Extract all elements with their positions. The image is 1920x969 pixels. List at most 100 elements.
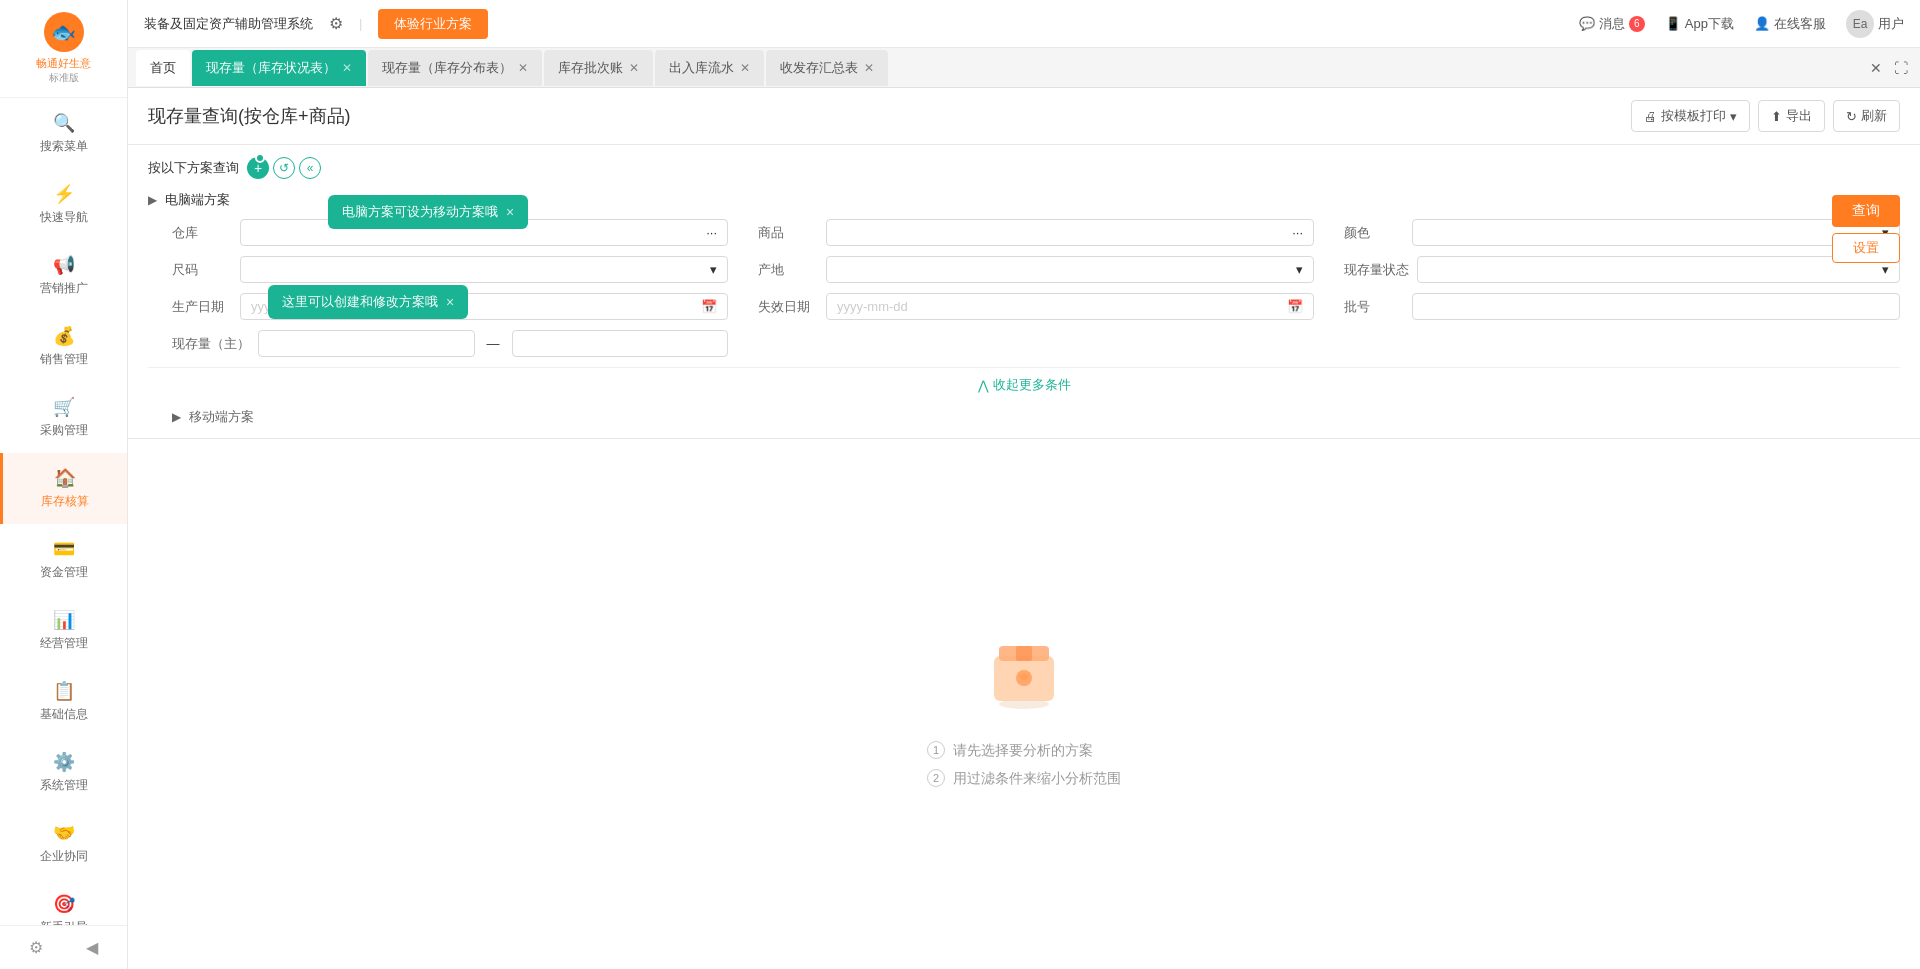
print-template-label: 按模板打印 — [1661, 107, 1726, 125]
tip-text-1: 请先选择要分析的方案 — [953, 736, 1093, 764]
popover1-close[interactable]: × — [506, 204, 514, 220]
goods-label: 商品 — [758, 224, 818, 242]
mobile-scheme-row: ▶ 移动端方案 — [172, 408, 1900, 426]
trial-button[interactable]: 体验行业方案 — [378, 9, 488, 39]
size-chevron-icon: ▾ — [710, 262, 717, 277]
pc-scheme-name[interactable]: 电脑端方案 — [165, 191, 230, 209]
collapse-more-btn[interactable]: ⋀ 收起更多条件 — [148, 367, 1900, 402]
filter-label: 按以下方案查询 — [148, 159, 239, 177]
sidebar-item-system[interactable]: ⚙️ 系统管理 — [0, 737, 127, 808]
refresh-btn[interactable]: ↻ 刷新 — [1833, 100, 1900, 132]
filter-reset-btn[interactable]: ↺ — [273, 157, 295, 179]
export-btn[interactable]: ⬆ 导出 — [1758, 100, 1825, 132]
sidebar-item-operations[interactable]: 📊 经营管理 — [0, 595, 127, 666]
logo-icon: 🐟 — [44, 12, 84, 52]
support-icon: 👤 — [1754, 16, 1770, 31]
tab-close-inventory-status[interactable]: ✕ — [342, 61, 352, 75]
sidebar-footer: ⚙ ◀ — [0, 925, 127, 969]
goods-filter: 商品 ··· — [758, 219, 1314, 246]
sidebar-item-basic-info[interactable]: 📋 基础信息 — [0, 666, 127, 737]
current-qty-max-input[interactable] — [512, 330, 729, 357]
query-button[interactable]: 查询 — [1832, 195, 1900, 227]
sidebar-item-quick-nav[interactable]: ⚡ 快速导航 — [0, 169, 127, 240]
goods-select[interactable]: ··· — [826, 219, 1314, 246]
messages-item[interactable]: 💬 消息 6 — [1579, 15, 1645, 33]
tab-in-out-flow[interactable]: 出入库流水 ✕ — [655, 50, 764, 86]
mobile-scheme-arrow[interactable]: ▶ — [172, 410, 181, 424]
maximize-tab-btn[interactable]: ⛶ — [1890, 56, 1912, 80]
size-select[interactable]: ▾ — [240, 256, 728, 283]
app-download-label: App下载 — [1685, 15, 1734, 33]
tip-item-2: 2 用过滤条件来缩小分析范围 — [927, 764, 1121, 792]
tip-num-1: 1 — [927, 741, 945, 759]
range-separator: — — [483, 336, 504, 351]
tab-close-inventory-dist[interactable]: ✕ — [518, 61, 528, 75]
batch-no-input[interactable] — [1412, 293, 1900, 320]
online-support-item[interactable]: 👤 在线客服 — [1754, 15, 1826, 33]
logo-badge: 标准版 — [49, 71, 79, 85]
page-title: 现存量查询(按仓库+商品) — [148, 104, 351, 128]
messages-label: 消息 — [1599, 15, 1625, 33]
user-avatar: Ea — [1846, 10, 1874, 38]
sidebar-item-sales[interactable]: 💰 销售管理 — [0, 311, 127, 382]
svg-rect-2 — [1016, 646, 1032, 661]
search-icon: 🔍 — [53, 112, 75, 134]
logo-name: 畅通好生意 — [36, 56, 91, 71]
collapse-sidebar-btn[interactable]: ◀ — [86, 938, 98, 957]
tab-home[interactable]: 首页 — [136, 50, 190, 86]
color-select[interactable]: ▾ — [1412, 219, 1900, 246]
current-qty-min-input[interactable] — [258, 330, 475, 357]
sidebar-item-finance[interactable]: 💳 资金管理 — [0, 524, 127, 595]
expiry-date-label: 失效日期 — [758, 298, 818, 316]
popover2-close[interactable]: × — [446, 294, 454, 310]
tab-close-batch-account[interactable]: ✕ — [629, 61, 639, 75]
print-template-btn[interactable]: 🖨 按模板打印 ▾ — [1631, 100, 1750, 132]
tab-collect-summary[interactable]: 收发存汇总表 ✕ — [766, 50, 888, 86]
collapse-up-icon: ⋀ — [978, 378, 989, 393]
origin-select[interactable]: ▾ — [826, 256, 1314, 283]
sidebar-item-marketing[interactable]: 📢 营销推广 — [0, 240, 127, 311]
inventory-status-filter: 现存量状态 ▾ — [1344, 256, 1900, 283]
sidebar-item-newbie[interactable]: 🎯 新手引导 — [0, 879, 127, 925]
close-all-tabs-btn[interactable]: ✕ — [1866, 56, 1886, 80]
origin-chevron-icon: ▾ — [1296, 262, 1303, 277]
tabs-bar: 首页 现存量（库存状况表） ✕ 现存量（库存分布表） ✕ 库存批次账 ✕ 出入库… — [128, 48, 1920, 88]
basic-info-icon: 📋 — [53, 680, 75, 702]
size-label: 尺码 — [172, 261, 232, 279]
quick-nav-icon: ⚡ — [53, 183, 75, 205]
tab-close-collect-summary[interactable]: ✕ — [864, 61, 874, 75]
goods-dots-icon: ··· — [1292, 225, 1303, 240]
filter-more-btn[interactable]: « — [299, 157, 321, 179]
tip-item-1: 1 请先选择要分析的方案 — [927, 736, 1121, 764]
tab-inventory-status[interactable]: 现存量（库存状况表） ✕ — [192, 50, 366, 86]
mobile-scheme-name[interactable]: 移动端方案 — [189, 408, 254, 426]
setting-button[interactable]: 设置 — [1832, 233, 1900, 263]
settings-footer-btn[interactable]: ⚙ — [29, 938, 43, 957]
expiry-date-input[interactable]: yyyy-mm-dd 📅 — [826, 293, 1314, 320]
app-download-item[interactable]: 📱 App下载 — [1665, 15, 1734, 33]
message-badge: 6 — [1629, 16, 1645, 32]
sidebar-item-label: 系统管理 — [40, 777, 88, 794]
header-settings-icon[interactable]: ⚙ — [329, 14, 343, 33]
color-filter: 颜色 ▾ — [1344, 219, 1900, 246]
inventory-status-select[interactable]: ▾ — [1417, 256, 1900, 283]
sidebar: 🐟 畅通好生意 标准版 🔍 搜索菜单 ⚡ 快速导航 📢 营销推广 💰 销售管理 — [0, 0, 128, 969]
sidebar-item-label: 采购管理 — [40, 422, 88, 439]
tab-inventory-dist[interactable]: 现存量（库存分布表） ✕ — [368, 50, 542, 86]
tab-inventory-dist-label: 现存量（库存分布表） — [382, 59, 512, 77]
tabs-right-actions: ✕ ⛶ — [1866, 56, 1912, 80]
calendar-icon: 📅 — [701, 299, 717, 314]
tab-batch-account[interactable]: 库存批次账 ✕ — [544, 50, 653, 86]
sidebar-item-search[interactable]: 🔍 搜索菜单 — [0, 98, 127, 169]
tab-close-in-out-flow[interactable]: ✕ — [740, 61, 750, 75]
sidebar-item-label: 营销推广 — [40, 280, 88, 297]
tab-collect-summary-label: 收发存汇总表 — [780, 59, 858, 77]
sidebar-item-inventory[interactable]: 🏠 库存核算 — [0, 453, 127, 524]
user-item[interactable]: Ea 用户 — [1846, 10, 1904, 38]
pc-scheme-arrow[interactable]: ▶ — [148, 193, 157, 207]
sidebar-item-enterprise[interactable]: 🤝 企业协同 — [0, 808, 127, 879]
phone-icon: 📱 — [1665, 16, 1681, 31]
empty-tips: 1 请先选择要分析的方案 2 用过滤条件来缩小分析范围 — [927, 736, 1121, 792]
sidebar-item-purchase[interactable]: 🛒 采购管理 — [0, 382, 127, 453]
refresh-label: 刷新 — [1861, 107, 1887, 125]
